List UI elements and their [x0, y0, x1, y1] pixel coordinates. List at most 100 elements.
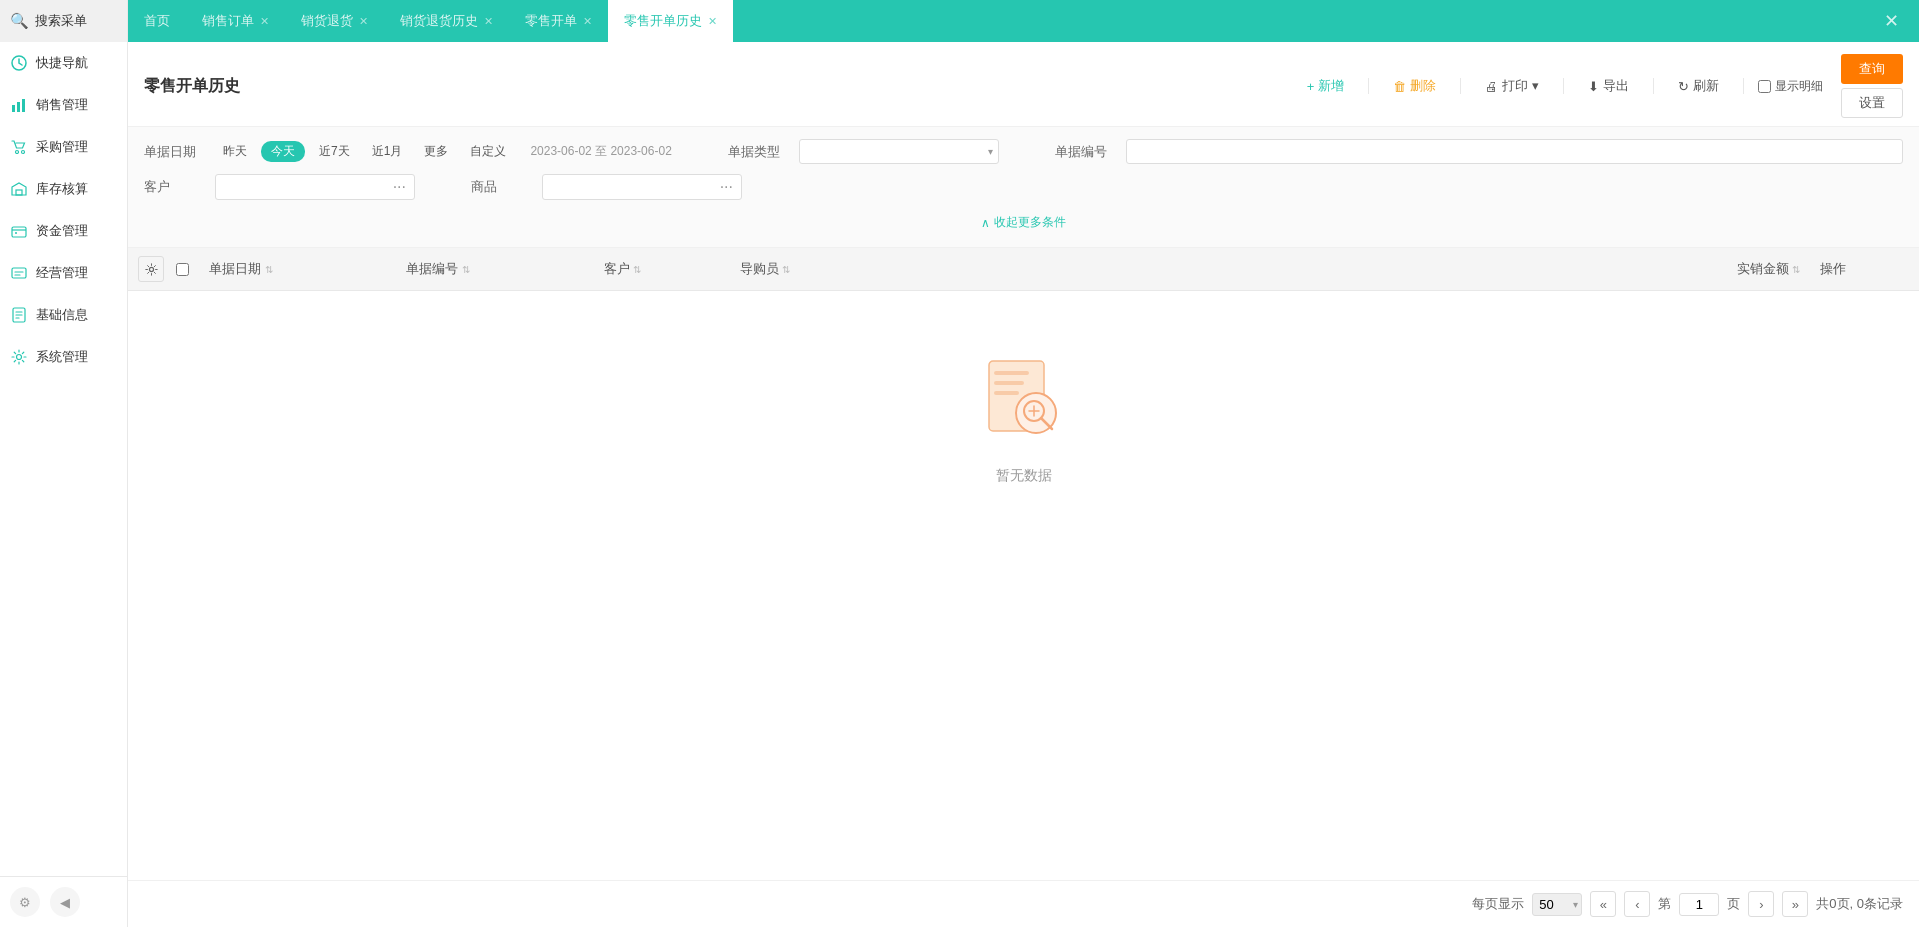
sidebar-item-base-info[interactable]: 基础信息 — [0, 294, 127, 336]
total-label: 共0页, 0条记录 — [1816, 895, 1903, 913]
date-btn-custom[interactable]: 自定义 — [462, 141, 514, 162]
th-action: 操作 — [1810, 248, 1919, 291]
svg-rect-15 — [994, 381, 1024, 385]
last-page-btn[interactable]: » — [1782, 891, 1808, 917]
tab-sales-return-history[interactable]: 销货退货历史 ✕ — [384, 0, 509, 42]
customer-dots-icon[interactable]: ··· — [393, 178, 406, 196]
per-page-select[interactable]: 10 20 50 100 — [1532, 893, 1582, 916]
prev-page-btn[interactable]: ‹ — [1624, 891, 1650, 917]
goods-dots-icon[interactable]: ··· — [720, 178, 733, 196]
collapse-more-btn[interactable]: ∧ 收起更多条件 — [144, 210, 1903, 235]
query-button[interactable]: 查询 — [1841, 54, 1903, 84]
date-btn-7days[interactable]: 近7天 — [311, 141, 358, 162]
doc-no-input[interactable] — [1126, 139, 1903, 164]
filter-row-1: 单据日期 昨天 今天 近7天 近1月 更多 自定义 2023-06-02 至 2… — [144, 139, 1903, 164]
tab-retail-open-history-close[interactable]: ✕ — [708, 15, 717, 28]
sidebar-item-inventory[interactable]: 库存核算 — [0, 168, 127, 210]
window-close-btn[interactable]: ✕ — [1876, 10, 1907, 32]
data-table: 单据日期 ⇅ 单据编号 ⇅ 客户 ⇅ — [128, 248, 1919, 291]
th-customer-label: 客户 — [604, 261, 630, 276]
show-detail-checkbox[interactable]: 显示明细 — [1758, 78, 1823, 95]
tab-sales-return[interactable]: 销货退货 ✕ — [285, 0, 384, 42]
sidebar-search[interactable]: 🔍 搜索采单 — [0, 0, 127, 42]
tab-retail-open-history[interactable]: 零售开单历史 ✕ — [608, 0, 733, 42]
print-button[interactable]: 🖨 打印 ▾ — [1475, 72, 1549, 100]
collapse-sidebar-btn[interactable]: ◀ — [50, 887, 80, 917]
sidebar-item-label: 基础信息 — [36, 306, 88, 324]
table-area: 单据日期 ⇅ 单据编号 ⇅ 客户 ⇅ — [128, 248, 1919, 927]
sort-no-icon[interactable]: ⇅ — [462, 264, 470, 275]
sidebar-item-purchase-mgmt[interactable]: 采购管理 — [0, 126, 127, 168]
customer-input-wrapper[interactable]: ··· — [215, 174, 415, 200]
add-button[interactable]: + 新增 — [1297, 72, 1355, 100]
date-btn-more[interactable]: 更多 — [416, 141, 456, 162]
sort-date-icon[interactable]: ⇅ — [265, 264, 273, 275]
doc-type-select[interactable] — [799, 139, 999, 164]
select-all-checkbox[interactable] — [176, 263, 189, 276]
first-page-btn[interactable]: « — [1590, 891, 1616, 917]
sort-guide-icon[interactable]: ⇅ — [782, 264, 790, 275]
column-settings-btn[interactable] — [138, 256, 164, 282]
tab-sales-order-close[interactable]: ✕ — [260, 15, 269, 28]
sidebar-item-finance[interactable]: 资金管理 — [0, 210, 127, 252]
tab-retail-open-close[interactable]: ✕ — [583, 15, 592, 28]
date-btn-today[interactable]: 今天 — [261, 141, 305, 162]
sidebar-item-quick-nav[interactable]: 快捷导航 — [0, 42, 127, 84]
next-page-btn[interactable]: › — [1748, 891, 1774, 917]
tab-sales-order[interactable]: 销售订单 ✕ — [186, 0, 285, 42]
print-label: 打印 ▾ — [1502, 77, 1539, 95]
sidebar-item-sales-mgmt[interactable]: 销售管理 — [0, 84, 127, 126]
sales-mgmt-icon — [10, 96, 28, 114]
export-button[interactable]: ⬇ 导出 — [1578, 72, 1639, 100]
tab-home[interactable]: 首页 — [128, 0, 186, 42]
pagination: 每页显示 10 20 50 100 ▾ « ‹ 第 — [128, 880, 1919, 927]
per-page-label: 每页显示 — [1472, 895, 1524, 913]
refresh-button[interactable]: ↻ 刷新 — [1668, 72, 1729, 100]
add-icon: + — [1307, 79, 1315, 94]
tab-retail-open[interactable]: 零售开单 ✕ — [509, 0, 608, 42]
goods-input[interactable] — [551, 180, 720, 195]
svg-point-4 — [16, 151, 19, 154]
refresh-icon: ↻ — [1678, 79, 1689, 94]
purchase-mgmt-icon — [10, 138, 28, 156]
show-detail-input[interactable] — [1758, 80, 1771, 93]
goods-input-wrapper[interactable]: ··· — [542, 174, 742, 200]
collapse-icon: ∧ — [981, 216, 990, 230]
sort-amount-icon[interactable]: ⇅ — [1792, 264, 1800, 275]
last-page-icon: » — [1792, 897, 1799, 912]
sidebar-item-label: 经营管理 — [36, 264, 88, 282]
divider2 — [1460, 78, 1461, 94]
svg-rect-14 — [994, 371, 1029, 375]
divider5 — [1743, 78, 1744, 94]
svg-point-8 — [15, 232, 17, 234]
divider1 — [1368, 78, 1369, 94]
date-btn-1month[interactable]: 近1月 — [364, 141, 411, 162]
goods-label: 商品 — [471, 178, 526, 196]
th-amount: 实销金额 ⇅ — [1613, 248, 1810, 291]
sidebar-search-label: 搜索采单 — [35, 12, 87, 30]
sidebar-item-operations[interactable]: 经营管理 — [0, 252, 127, 294]
delete-button[interactable]: 🗑 删除 — [1383, 72, 1446, 100]
tab-sales-return-history-close[interactable]: ✕ — [484, 15, 493, 28]
date-options: 昨天 今天 近7天 近1月 更多 自定义 — [215, 141, 514, 162]
svg-rect-9 — [12, 268, 26, 278]
page-number-input[interactable] — [1679, 893, 1719, 916]
th-guide-label: 导购员 — [740, 261, 779, 276]
finance-icon — [10, 222, 28, 240]
customer-input[interactable] — [224, 180, 393, 195]
tab-home-label: 首页 — [144, 12, 170, 30]
tab-sales-return-label: 销货退货 — [301, 12, 353, 30]
sys-mgmt-icon — [10, 348, 28, 366]
sidebar-item-label: 资金管理 — [36, 222, 88, 240]
date-btn-yesterday[interactable]: 昨天 — [215, 141, 255, 162]
export-icon: ⬇ — [1588, 79, 1599, 94]
export-label: 导出 — [1603, 77, 1629, 95]
customer-label: 客户 — [144, 178, 199, 196]
setting-button[interactable]: 设置 — [1841, 88, 1903, 118]
filter-row-2: 客户 ··· 商品 ··· — [144, 174, 1903, 200]
sidebar-item-sys-mgmt[interactable]: 系统管理 — [0, 336, 127, 378]
tab-sales-return-close[interactable]: ✕ — [359, 15, 368, 28]
table-scroll: 单据日期 ⇅ 单据编号 ⇅ 客户 ⇅ — [128, 248, 1919, 880]
settings-bottom-btn[interactable]: ⚙ — [10, 887, 40, 917]
sort-customer-icon[interactable]: ⇅ — [633, 264, 641, 275]
